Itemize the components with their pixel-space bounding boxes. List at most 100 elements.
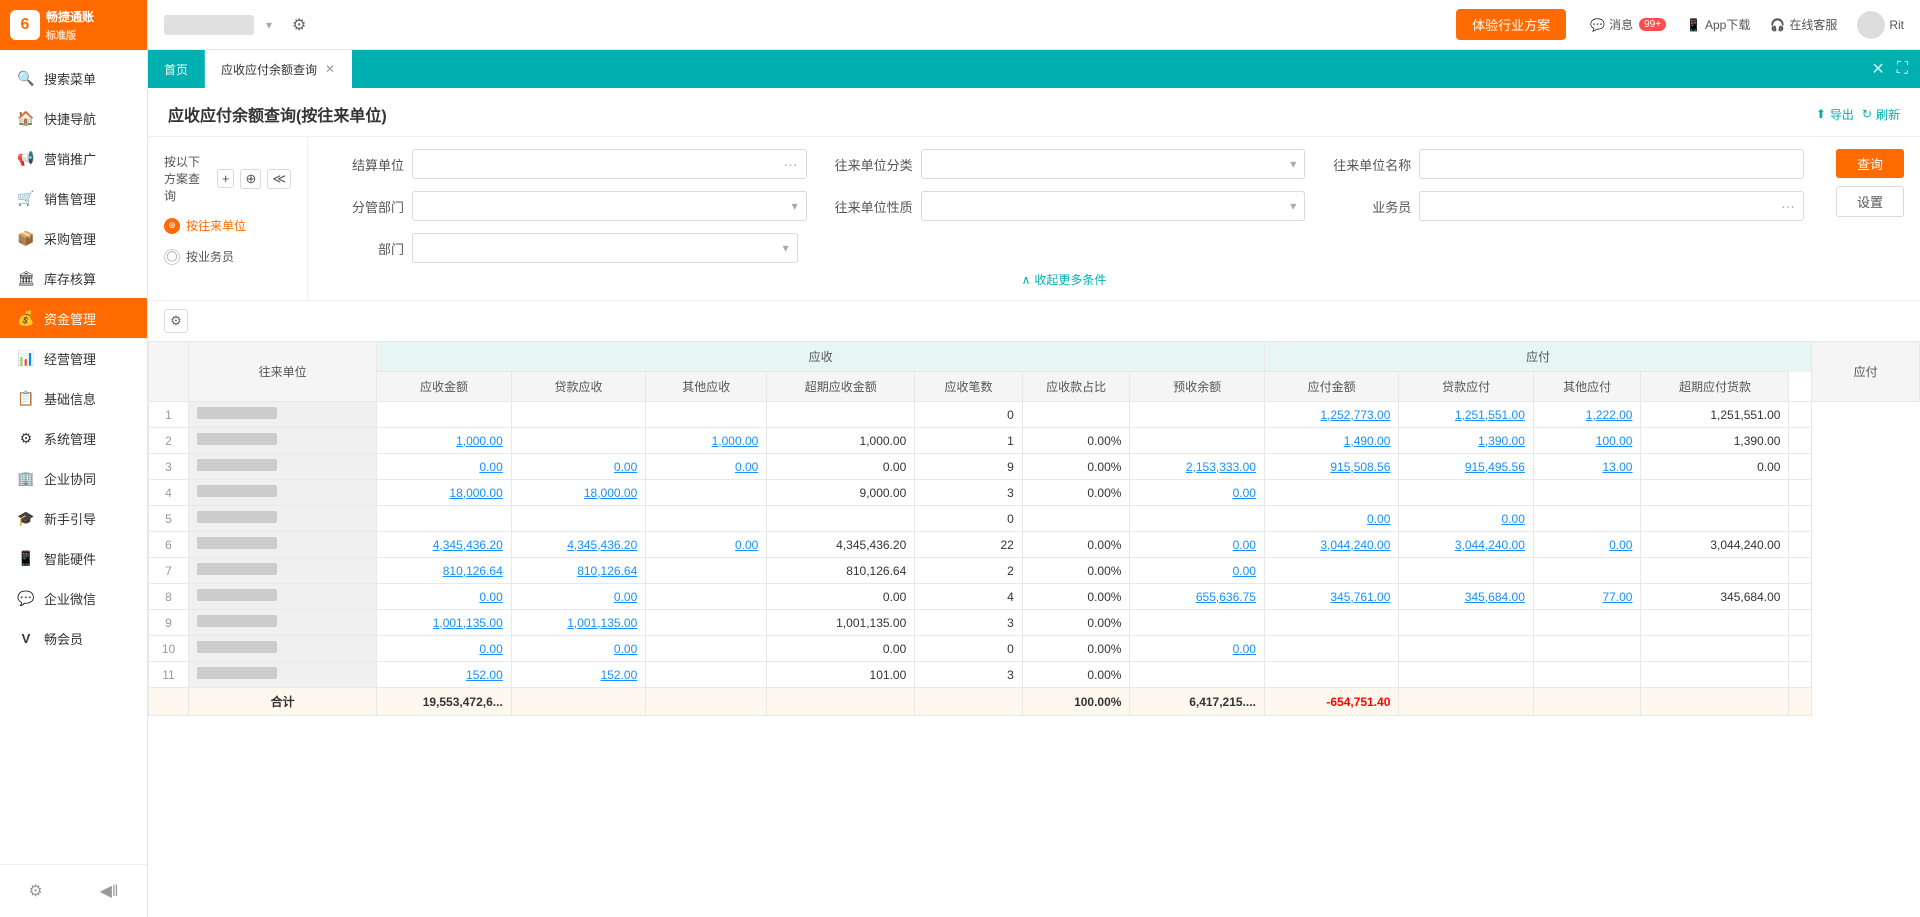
tab-home[interactable]: 首页	[148, 50, 205, 88]
cell-customer	[189, 662, 377, 688]
filter-config-icon[interactable]: ⊕	[240, 169, 261, 189]
total-overdue-payable	[1641, 688, 1789, 716]
cell-payable_amount: 1,490.00	[1264, 428, 1398, 454]
sidebar-item-marketing[interactable]: 📢 营销推广	[0, 138, 147, 178]
inventory-icon: 🏛	[16, 268, 36, 288]
th-payable-group: 应付	[1264, 342, 1811, 372]
cell-receivable_count: 3	[915, 480, 1023, 506]
settlement-input[interactable]: ···	[412, 149, 807, 179]
tab-arquery[interactable]: 应收应付余额查询 ✕	[205, 50, 352, 88]
sidebar-collapse-btn[interactable]: ◀‖	[92, 877, 127, 905]
cell-other_payable: 13.00	[1533, 454, 1641, 480]
subnav-by-salesperson-label: 按业务员	[186, 248, 234, 265]
tab-expand-icon[interactable]: ⛶	[1897, 60, 1908, 78]
collapse-more-button[interactable]: ∧ 收起更多条件	[1022, 271, 1107, 288]
settings-button[interactable]: 设置	[1836, 186, 1904, 217]
user-avatar[interactable]: Rit	[1857, 11, 1904, 39]
category-label: 往来单位分类	[823, 155, 913, 174]
nature-select[interactable]: ▾	[921, 191, 1306, 221]
cell-payable_extra	[1789, 402, 1812, 428]
cell-overdue_receivable: 101.00	[767, 662, 915, 688]
export-button[interactable]: ⬆ 导出	[1816, 106, 1854, 123]
salesperson-dots-icon[interactable]: ···	[1781, 198, 1795, 214]
add-filter-icon[interactable]: +	[217, 169, 235, 188]
topbar-settings-icon[interactable]: ⚙	[292, 15, 306, 35]
table-config-icon[interactable]: ⚙	[164, 309, 188, 333]
page-actions: ⬆ 导出 ↻ 刷新	[1816, 106, 1900, 123]
sidebar-item-hardware[interactable]: 📱 智能硬件	[0, 538, 147, 578]
sidebar-item-system[interactable]: ⚙ 系统管理	[0, 418, 147, 458]
sidebar-item-quicknav[interactable]: 🏠 快捷导航	[0, 98, 147, 138]
cell-receivable_ratio	[1022, 402, 1130, 428]
sidebar-item-wechat[interactable]: 💬 企业微信	[0, 578, 147, 618]
sidebar-item-inventory[interactable]: 🏛 库存核算	[0, 258, 147, 298]
cell-other_payable	[1533, 636, 1641, 662]
query-button[interactable]: 查询	[1836, 149, 1904, 178]
cell-advance_balance	[1130, 402, 1264, 428]
sidebar-item-operations[interactable]: 📊 经营管理	[0, 338, 147, 378]
app-icon: 📱	[1686, 18, 1701, 32]
app-download-button[interactable]: 📱 App下载	[1686, 16, 1750, 33]
dept-chevron-icon: ▾	[792, 199, 798, 213]
sidebar-item-guide[interactable]: 🎓 新手引导	[0, 498, 147, 538]
settlement-input-field[interactable]	[421, 157, 784, 172]
customer-name-input[interactable]	[1419, 149, 1804, 179]
sidebar-item-search[interactable]: 🔍 搜索菜单	[0, 58, 147, 98]
cell-customer	[189, 532, 377, 558]
tab-close-icon[interactable]: ✕	[325, 62, 335, 76]
total-receivable-count	[915, 688, 1023, 716]
salesperson-input-field[interactable]	[1428, 199, 1781, 214]
dept-select[interactable]: ▾	[412, 191, 807, 221]
logo-icon: 6	[10, 10, 40, 40]
settlement-label: 结算单位	[324, 155, 404, 174]
cell-overdue_receivable: 810,126.64	[767, 558, 915, 584]
table-row: 7810,126.64810,126.64810,126.6420.00%0.0…	[149, 558, 1920, 584]
cell-customer	[189, 454, 377, 480]
system-icon: ⚙	[16, 428, 36, 448]
cta-button[interactable]: 体验行业方案	[1456, 9, 1566, 40]
table-wrapper[interactable]: 往来单位 应收 应付 应付 应收金额 贷款应收 其他应收 超期应收金额 应收笔数…	[148, 341, 1920, 716]
table-row: 91,001,135.001,001,135.001,001,135.0030.…	[149, 610, 1920, 636]
refresh-button[interactable]: ↻ 刷新	[1862, 106, 1900, 123]
sidebar-item-label: 搜索菜单	[44, 69, 96, 88]
sidebar-item-purchase[interactable]: 📦 采购管理	[0, 218, 147, 258]
cell-overdue_payable: 3,044,240.00	[1641, 532, 1789, 558]
cell-receivable_ratio: 0.00%	[1022, 532, 1130, 558]
cell-receivable_amount: 4,345,436.20	[377, 532, 511, 558]
cell-advance_balance: 0.00	[1130, 480, 1264, 506]
service-button[interactable]: 🎧 在线客服	[1770, 16, 1837, 33]
sidebar-item-basic[interactable]: 📋 基础信息	[0, 378, 147, 418]
cell-other_receivable	[646, 584, 767, 610]
cell-other_payable: 0.00	[1533, 532, 1641, 558]
th-receivable-ratio: 应收款占比	[1022, 372, 1130, 402]
collapse-bar: ∧ 收起更多条件	[324, 271, 1804, 288]
sidebar-item-label: 企业协同	[44, 469, 96, 488]
basic-icon: 📋	[16, 388, 36, 408]
message-button[interactable]: 💬 消息 99+	[1590, 16, 1666, 33]
filter-more-icon[interactable]: ≪	[267, 169, 291, 189]
table-body: 101,252,773.001,251,551.001,222.001,251,…	[149, 402, 1920, 688]
salesperson-input[interactable]: ···	[1419, 191, 1804, 221]
cell-other_payable	[1533, 480, 1641, 506]
sidebar-settings-btn[interactable]: ⚙	[20, 877, 50, 905]
subnav-by-customer[interactable]: ⊕ 按往来单位	[148, 210, 307, 241]
sidebar-item-enterprise[interactable]: 🏢 企业协同	[0, 458, 147, 498]
finance-icon: 💰	[16, 308, 36, 328]
cell-other_payable	[1533, 610, 1641, 636]
total-payable-amount: -654,751.40	[1264, 688, 1398, 716]
app-label: App下载	[1705, 16, 1750, 33]
cell-receivable_count: 1	[915, 428, 1023, 454]
cell-loan_payable: 0.00	[1399, 506, 1533, 532]
cell-overdue_payable	[1641, 662, 1789, 688]
cell-overdue_receivable: 0.00	[767, 636, 915, 662]
cell-receivable_amount: 1,000.00	[377, 428, 511, 454]
category-select[interactable]: ▾	[921, 149, 1306, 179]
tab-close-all-icon[interactable]: ✕	[1871, 59, 1884, 79]
sidebar-item-sales[interactable]: 🛒 销售管理	[0, 178, 147, 218]
department-select[interactable]: ▾	[412, 233, 798, 263]
settlement-dots-icon[interactable]: ···	[784, 156, 798, 172]
sidebar-item-finance[interactable]: 💰 资金管理	[0, 298, 147, 338]
cell-other_payable	[1533, 506, 1641, 532]
sidebar-item-member[interactable]: V 畅会员	[0, 618, 147, 658]
subnav-by-salesperson[interactable]: ◯ 按业务员	[148, 241, 307, 272]
